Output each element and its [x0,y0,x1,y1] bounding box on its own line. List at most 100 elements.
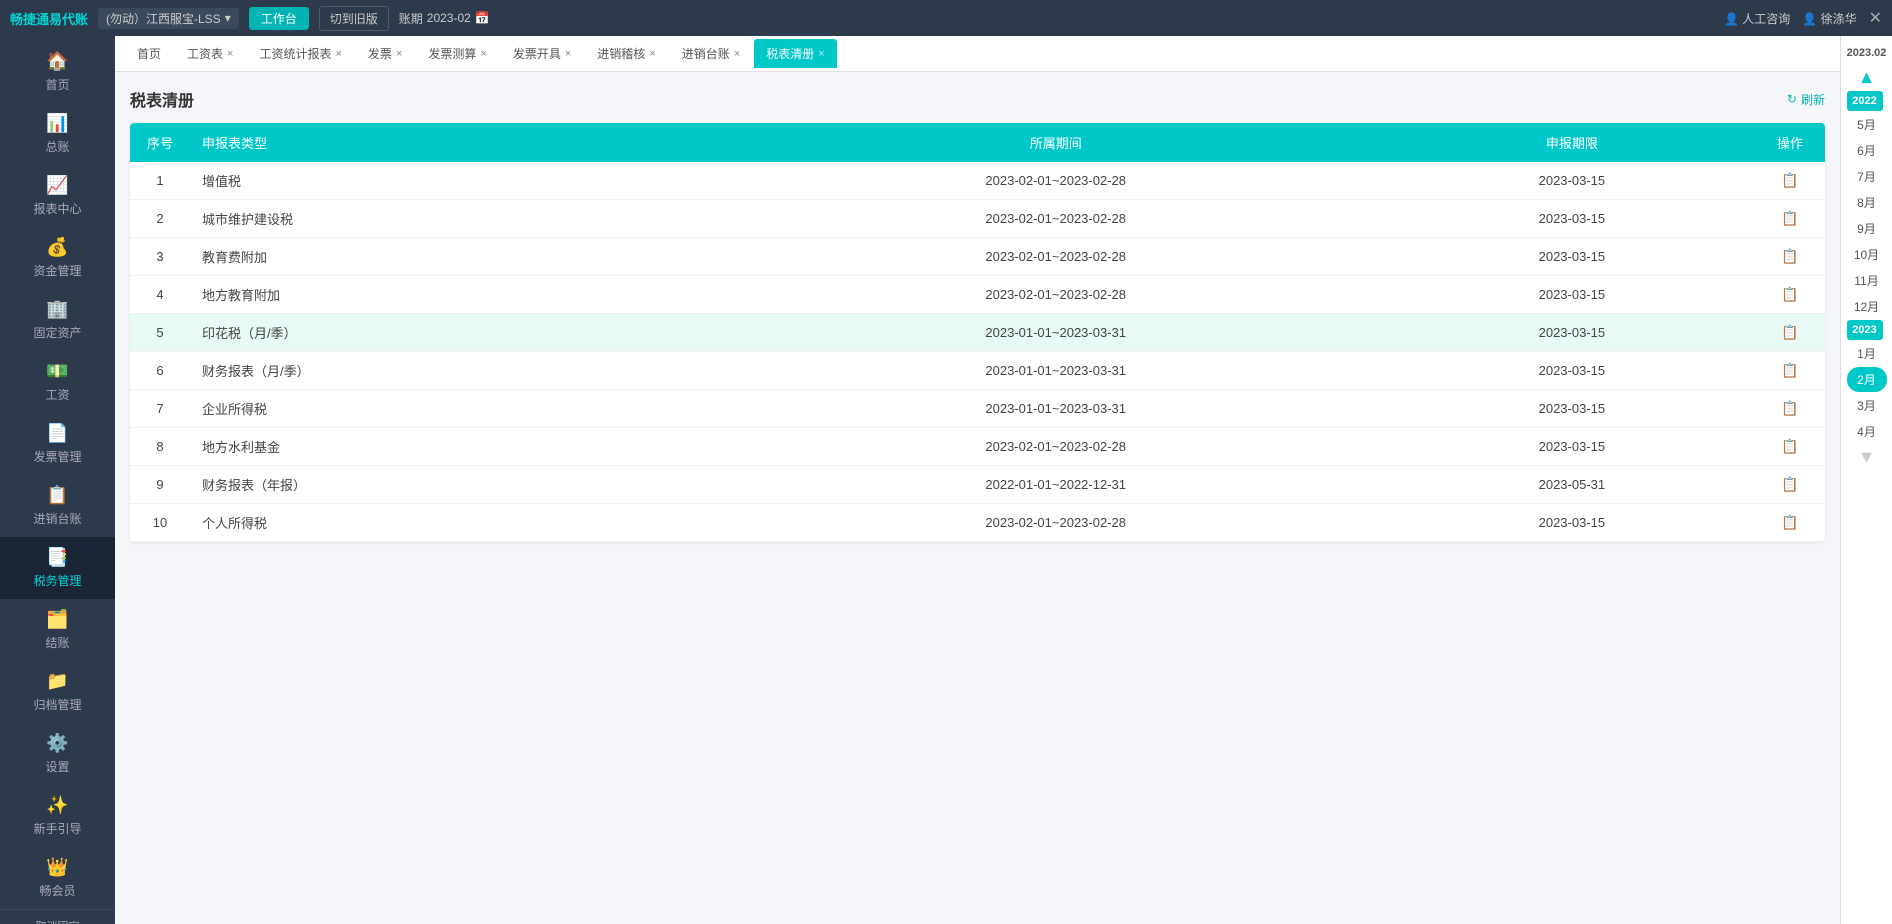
period-month-item[interactable]: 8月 [1847,190,1887,215]
period-month-item[interactable]: 11月 [1847,268,1887,293]
sidebar-item-home[interactable]: 🏠 首页 [0,41,115,103]
action-view-icon[interactable]: 📋 [1781,172,1798,188]
content-area: 首页 工资表 × 工资统计报表 × 发票 × 发票测算 × 发票开具 × [115,36,1840,924]
tab-salary-report[interactable]: 工资统计报表 × [247,39,353,68]
sidebar-item-settle[interactable]: 🗂️ 结账 [0,599,115,661]
sidebar-item-invoice[interactable]: 📄 发票管理 [0,413,115,475]
sidebar-label-salary: 工资 [45,386,69,403]
period-month-item[interactable]: 5月 [1847,112,1887,137]
table-row: 7 企业所得税 2023-01-01~2023-03-31 2023-03-15… [130,390,1825,428]
sidebar-item-salary[interactable]: 💵 工资 [0,351,115,413]
action-view-icon[interactable]: 📋 [1781,362,1798,378]
cell-period: 2023-02-01~2023-02-28 [723,162,1389,200]
action-view-icon[interactable]: 📋 [1781,286,1798,302]
switch-old-button[interactable]: 切到旧版 [319,6,389,31]
cell-period: 2023-02-01~2023-02-28 [723,200,1389,238]
company-name: (勿动）江西服宝-LSS [106,10,221,27]
workbench-button[interactable]: 工作台 [249,7,309,30]
tab-purchase-ledger[interactable]: 进销台账 × [670,39,752,68]
cell-deadline: 2023-03-15 [1389,200,1755,238]
tab-purchase-check[interactable]: 进销稽核 × [585,39,667,68]
tab-purchase-check-close[interactable]: × [649,48,655,60]
period-month-item[interactable]: 12月 [1847,294,1887,319]
tab-salary-report-close[interactable]: × [335,48,341,60]
table-row: 2 城市维护建设税 2023-02-01~2023-02-28 2023-03-… [130,200,1825,238]
cell-action: 📋 [1755,238,1825,276]
cell-no: 1 [130,162,190,200]
cell-deadline: 2023-03-15 [1389,504,1755,542]
sidebar-item-ledger[interactable]: 📊 总账 [0,103,115,165]
action-view-icon[interactable]: 📋 [1781,476,1798,492]
cell-no: 8 [130,428,190,466]
cell-period: 2023-02-01~2023-02-28 [723,238,1389,276]
sidebar-label-guide: 新手引导 [33,820,81,837]
action-view-icon[interactable]: 📋 [1781,400,1798,416]
tab-home[interactable]: 首页 [125,39,173,68]
table-row: 3 教育费附加 2023-02-01~2023-02-28 2023-03-15… [130,238,1825,276]
tab-invoice-check-close[interactable]: × [480,48,486,60]
pin-toggle[interactable]: 取消固定 [0,909,115,924]
cell-deadline: 2023-03-15 [1389,352,1755,390]
sidebar-item-guide[interactable]: ✨ 新手引导 [0,785,115,847]
period-nav-down[interactable]: ▼ [1856,445,1878,470]
cell-no: 2 [130,200,190,238]
main-layout: 🏠 首页 📊 总账 📈 报表中心 💰 资金管理 🏢 固定资产 💵 工资 📄 发票… [0,36,1892,924]
cell-period: 2023-02-01~2023-02-28 [723,428,1389,466]
close-icon[interactable]: ✕ [1869,8,1882,28]
period-month-item[interactable]: 10月 [1847,242,1887,267]
period-month-item[interactable]: 2月 [1847,367,1887,392]
calendar-icon[interactable]: 📅 [475,11,490,25]
tab-invoice-open[interactable]: 发票开具 × [501,39,583,68]
action-view-icon[interactable]: 📋 [1781,248,1798,264]
sidebar-item-vip[interactable]: 👑 畅会员 [0,847,115,909]
action-view-icon[interactable]: 📋 [1781,514,1798,530]
ledger-icon: 📊 [46,113,68,134]
tab-salary-table[interactable]: 工资表 × [175,39,245,68]
tab-tax-list-close[interactable]: × [818,48,824,60]
sidebar-item-fund[interactable]: 💰 资金管理 [0,227,115,289]
period-month-item[interactable]: 1月 [1847,341,1887,366]
action-view-icon[interactable]: 📋 [1781,324,1798,340]
sidebar-item-report[interactable]: 📈 报表中心 [0,165,115,227]
period-value: 2023-02 [427,11,471,25]
sidebar-item-tax[interactable]: 📑 税务管理 [0,537,115,599]
cell-period: 2023-02-01~2023-02-28 [723,276,1389,314]
tab-purchase-ledger-label: 进销台账 [682,45,730,62]
user-service[interactable]: 👤 人工咨询 [1724,10,1790,27]
period-panel-header: 2023.02 [1843,41,1891,65]
period-display: 账期 2023-02 📅 [399,10,490,27]
sidebar-item-purchase[interactable]: 📋 进销台账 [0,475,115,537]
sidebar-label-settle: 结账 [45,634,69,651]
table-row: 5 印花税（月/季） 2023-01-01~2023-03-31 2023-03… [130,314,1825,352]
cell-action: 📋 [1755,504,1825,542]
tab-invoice-open-close[interactable]: × [565,48,571,60]
period-nav-up[interactable]: ▲ [1856,65,1878,90]
period-month-item[interactable]: 9月 [1847,216,1887,241]
action-view-icon[interactable]: 📋 [1781,210,1798,226]
table-row: 1 增值税 2023-02-01~2023-02-28 2023-03-15 📋 [130,162,1825,200]
username[interactable]: 👤 徐涤华 [1802,10,1856,27]
tab-invoice[interactable]: 发票 × [356,39,414,68]
tab-invoice-check[interactable]: 发票测算 × [416,39,498,68]
refresh-button[interactable]: ↻ 刷新 [1787,91,1825,108]
table-row: 8 地方水利基金 2023-02-01~2023-02-28 2023-03-1… [130,428,1825,466]
tab-purchase-ledger-close[interactable]: × [734,48,740,60]
sidebar-item-settings[interactable]: ⚙️ 设置 [0,723,115,785]
tab-salary-table-close[interactable]: × [227,48,233,60]
sidebar-item-archive[interactable]: 📁 归档管理 [0,661,115,723]
tab-tax-list[interactable]: 税表清册 × [754,39,836,68]
tab-invoice-close[interactable]: × [396,48,402,60]
period-month-item[interactable]: 3月 [1847,393,1887,418]
sidebar-label-home: 首页 [45,76,69,93]
period-month-item[interactable]: 7月 [1847,164,1887,189]
cell-type: 财务报表（月/季） [190,352,723,390]
period-month-item[interactable]: 6月 [1847,138,1887,163]
right-panel: 2023.02 ▲ 20225月6月7月8月9月10月11月12月20231月2… [1840,36,1892,924]
cell-deadline: 2023-03-15 [1389,276,1755,314]
cell-deadline: 2023-03-15 [1389,390,1755,428]
sidebar-item-assets[interactable]: 🏢 固定资产 [0,289,115,351]
cell-type: 个人所得税 [190,504,723,542]
company-selector[interactable]: (勿动）江西服宝-LSS ▾ [98,8,239,29]
action-view-icon[interactable]: 📋 [1781,438,1798,454]
period-month-item[interactable]: 4月 [1847,419,1887,444]
